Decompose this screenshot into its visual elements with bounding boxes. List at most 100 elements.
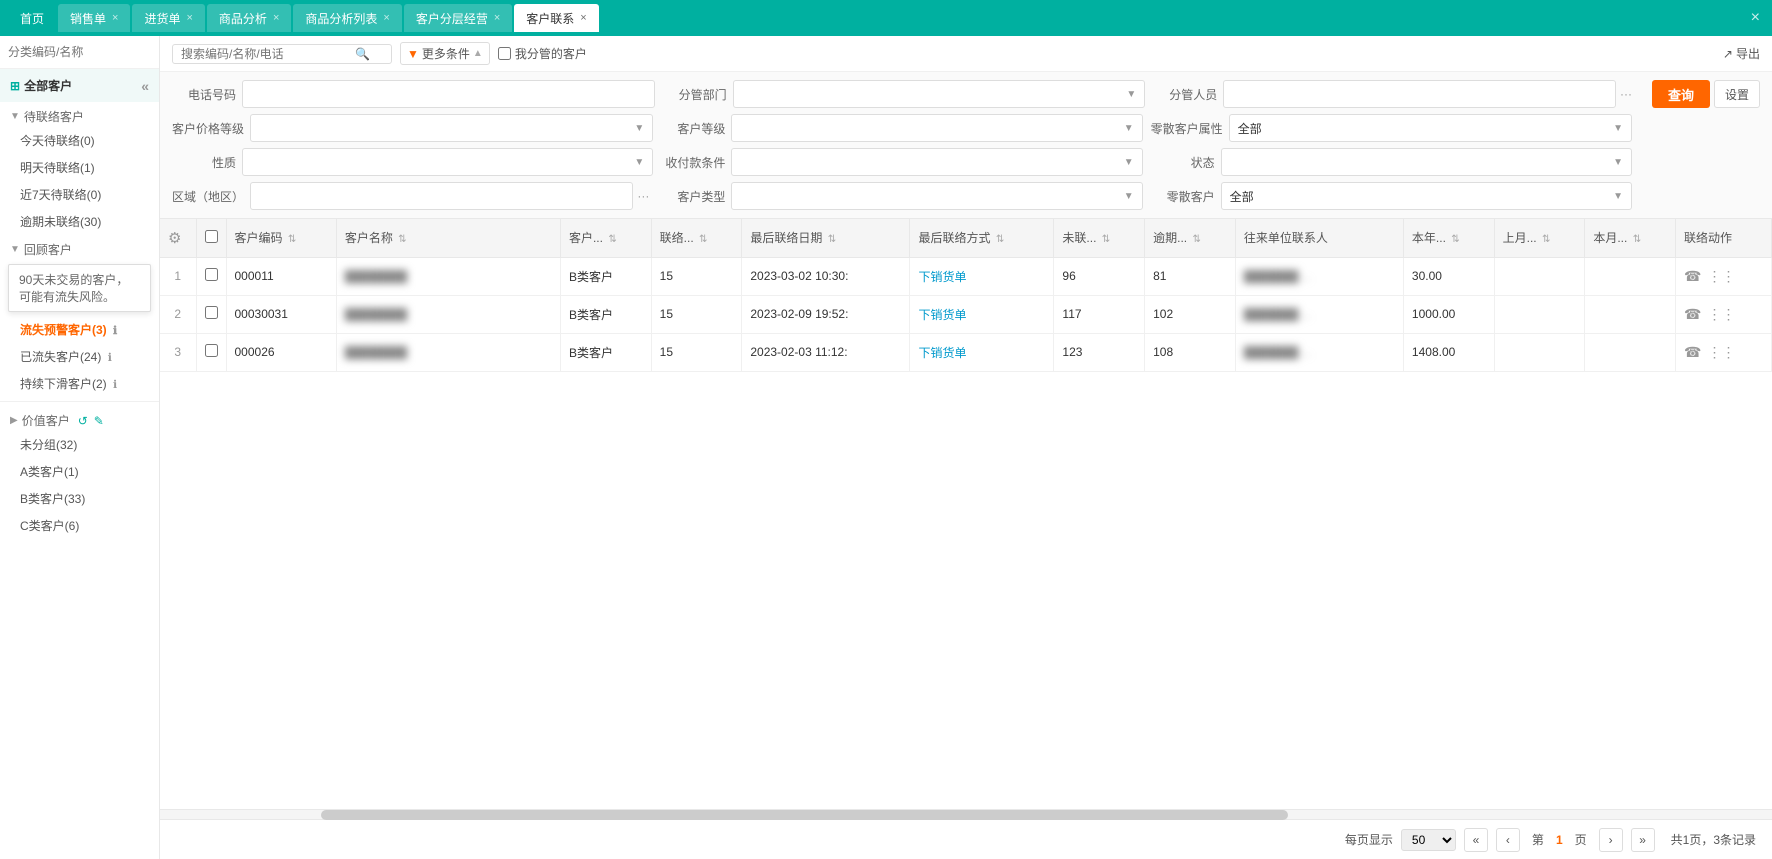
refresh-value-icon[interactable]: ↺ — [78, 414, 88, 428]
payment-select[interactable]: ▼ — [731, 148, 1142, 176]
sidebar-item-c-class[interactable]: C类客户(6) — [0, 512, 159, 539]
customer-search-icon[interactable]: 🔍 — [355, 47, 370, 61]
action-buttons: 查询 设置 — [1652, 80, 1760, 108]
close-customer-contact-icon[interactable]: × — [580, 12, 586, 24]
close-purchase-icon[interactable]: × — [186, 12, 192, 24]
query-button[interactable]: 查询 — [1652, 80, 1710, 108]
sidebar-item-overdue-pending[interactable]: 逾期未联络(30) — [0, 208, 159, 235]
group-pending-triangle[interactable]: ▼ — [10, 111, 20, 122]
retail-attr-select[interactable]: 全部 ▼ — [1229, 114, 1632, 142]
close-sales-icon[interactable]: × — [112, 12, 118, 24]
region-label: 区域（地区） — [172, 188, 250, 205]
my-customers-checkbox[interactable]: 我分管的客户 — [498, 45, 587, 62]
sidebar-item-b-class[interactable]: B类客户(33) — [0, 485, 159, 512]
phone-input[interactable] — [242, 80, 655, 108]
sidebar-item-declining[interactable]: 持续下滑客户(2) ℹ — [0, 370, 159, 397]
sidebar-item-churn-warning[interactable]: 流失预警客户(3) ℹ — [0, 316, 159, 343]
code-sort-icon[interactable]: ⇅ — [288, 234, 296, 245]
close-goods-list-icon[interactable]: × — [383, 12, 389, 24]
row-action-phone-icon[interactable]: ☎ — [1684, 268, 1701, 285]
row-action-more-icon[interactable]: ⋮⋮ — [1707, 344, 1735, 361]
name-sort-icon[interactable]: ⇅ — [398, 234, 406, 245]
row-checkbox[interactable] — [205, 268, 218, 281]
sidebar-item-tomorrow-pending[interactable]: 明天待联络(1) — [0, 154, 159, 181]
row-action-phone-icon[interactable]: ☎ — [1684, 344, 1701, 361]
contact-sort-icon[interactable]: ⇅ — [699, 234, 707, 245]
staff-dots-icon[interactable]: ··· — [1616, 87, 1636, 101]
select-all-checkbox[interactable] — [205, 230, 218, 243]
retail-customer-select[interactable]: 全部 ▼ — [1221, 182, 1632, 210]
tab-purchase[interactable]: 进货单 × — [132, 4, 204, 32]
edit-value-icon[interactable]: ✎ — [94, 414, 104, 428]
overdue-sort-icon[interactable]: ⇅ — [1192, 234, 1200, 245]
sidebar-item-ungrouped[interactable]: 未分组(32) — [0, 431, 159, 458]
last-month-sort-icon[interactable]: ⇅ — [1542, 234, 1550, 245]
collapse-sidebar-button[interactable]: « — [141, 78, 149, 94]
row-last-method[interactable]: 下销货单 — [910, 333, 1054, 371]
already-churned-info-icon[interactable]: ℹ — [108, 352, 112, 364]
group-review-triangle[interactable]: ▼ — [10, 244, 20, 255]
region-dots-icon[interactable]: ··· — [633, 189, 653, 203]
col-name-label: 客户名称 — [345, 231, 393, 245]
export-label: 导出 — [1736, 45, 1760, 62]
row-action-phone-icon[interactable]: ☎ — [1684, 306, 1701, 323]
this-month-sort-icon[interactable]: ⇅ — [1633, 234, 1641, 245]
sidebar-item-7days-pending[interactable]: 近7天待联络(0) — [0, 181, 159, 208]
declining-info-icon[interactable]: ℹ — [113, 379, 117, 391]
page-prev-button[interactable]: ‹ — [1496, 828, 1520, 852]
sidebar: 🔍 ⊞ 全部客户 « ▼ 待联络客户 今天待联络(0) 明天待联络(1) 近7天… — [0, 36, 160, 859]
row-last-date: 2023-02-03 11:12: — [742, 333, 910, 371]
close-all-tabs-button[interactable]: × — [1751, 9, 1760, 27]
row-action-more-icon[interactable]: ⋮⋮ — [1707, 306, 1735, 323]
per-page-select[interactable]: 50 100 200 — [1401, 829, 1456, 851]
tab-sales[interactable]: 销售单 × — [58, 4, 130, 32]
row-checkbox[interactable] — [205, 306, 218, 319]
no-contact-sort-icon[interactable]: ⇅ — [1102, 234, 1110, 245]
sidebar-all-customers[interactable]: ⊞ 全部客户 « — [0, 69, 159, 102]
row-action-more-icon[interactable]: ⋮⋮ — [1707, 268, 1735, 285]
group-value-triangle[interactable]: ▶ — [10, 415, 18, 426]
my-customers-check[interactable] — [498, 47, 511, 60]
last-method-sort-icon[interactable]: ⇅ — [996, 234, 1004, 245]
horizontal-scrollbar[interactable] — [160, 809, 1772, 819]
row-checkbox[interactable] — [205, 344, 218, 357]
sidebar-item-already-churned[interactable]: 已流失客户(24) ℹ — [0, 343, 159, 370]
status-select[interactable]: ▼ — [1221, 148, 1632, 176]
page-next-button[interactable]: › — [1599, 828, 1623, 852]
staff-select[interactable] — [1223, 80, 1616, 108]
tab-goods-analysis[interactable]: 商品分析 × — [207, 4, 291, 32]
row-last-method[interactable]: 下销货单 — [910, 257, 1054, 295]
type-sort-icon[interactable]: ⇅ — [608, 234, 616, 245]
settings-button[interactable]: 设置 — [1714, 80, 1760, 108]
region-select[interactable] — [250, 182, 633, 210]
total-record-label: 共1页，3条记录 — [1671, 831, 1756, 848]
close-customer-layer-icon[interactable]: × — [494, 12, 500, 24]
more-conditions-button[interactable]: ▼ 更多条件 ▲ — [400, 42, 490, 65]
dept-select[interactable]: ▼ — [733, 80, 1146, 108]
scroll-thumb[interactable] — [321, 810, 1288, 820]
tab-customer-contact[interactable]: 客户联系 × — [514, 4, 598, 32]
col-this-year: 本年... ⇅ — [1403, 219, 1494, 257]
page-first-button[interactable]: « — [1464, 828, 1488, 852]
customer-level-select[interactable]: ▼ — [731, 114, 1142, 142]
sidebar-item-today-pending[interactable]: 今天待联络(0) — [0, 127, 159, 154]
churn-warning-info-icon[interactable]: ℹ — [113, 325, 117, 337]
customer-type-select[interactable]: ▼ — [731, 182, 1142, 210]
sidebar-search-input[interactable] — [8, 45, 160, 59]
price-level-select[interactable]: ▼ — [250, 114, 653, 142]
sidebar-item-a-class[interactable]: A类客户(1) — [0, 458, 159, 485]
filter-region: 区域（地区） ··· — [172, 182, 653, 210]
tab-customer-layer[interactable]: 客户分层经营 × — [404, 4, 512, 32]
customer-search-input[interactable] — [181, 47, 351, 61]
table-settings-icon[interactable]: ⚙ — [168, 230, 181, 247]
tab-goods-list[interactable]: 商品分析列表 × — [293, 4, 401, 32]
page-last-button[interactable]: » — [1631, 828, 1655, 852]
tab-home[interactable]: 首页 — [8, 4, 56, 32]
export-button[interactable]: ↗ 导出 — [1723, 45, 1760, 62]
this-year-sort-icon[interactable]: ⇅ — [1451, 234, 1459, 245]
close-goods-analysis-icon[interactable]: × — [273, 12, 279, 24]
row-last-method[interactable]: 下销货单 — [910, 295, 1054, 333]
col-this-month: 本月... ⇅ — [1585, 219, 1676, 257]
nature-select[interactable]: ▼ — [242, 148, 653, 176]
last-date-sort-icon[interactable]: ⇅ — [828, 234, 836, 245]
